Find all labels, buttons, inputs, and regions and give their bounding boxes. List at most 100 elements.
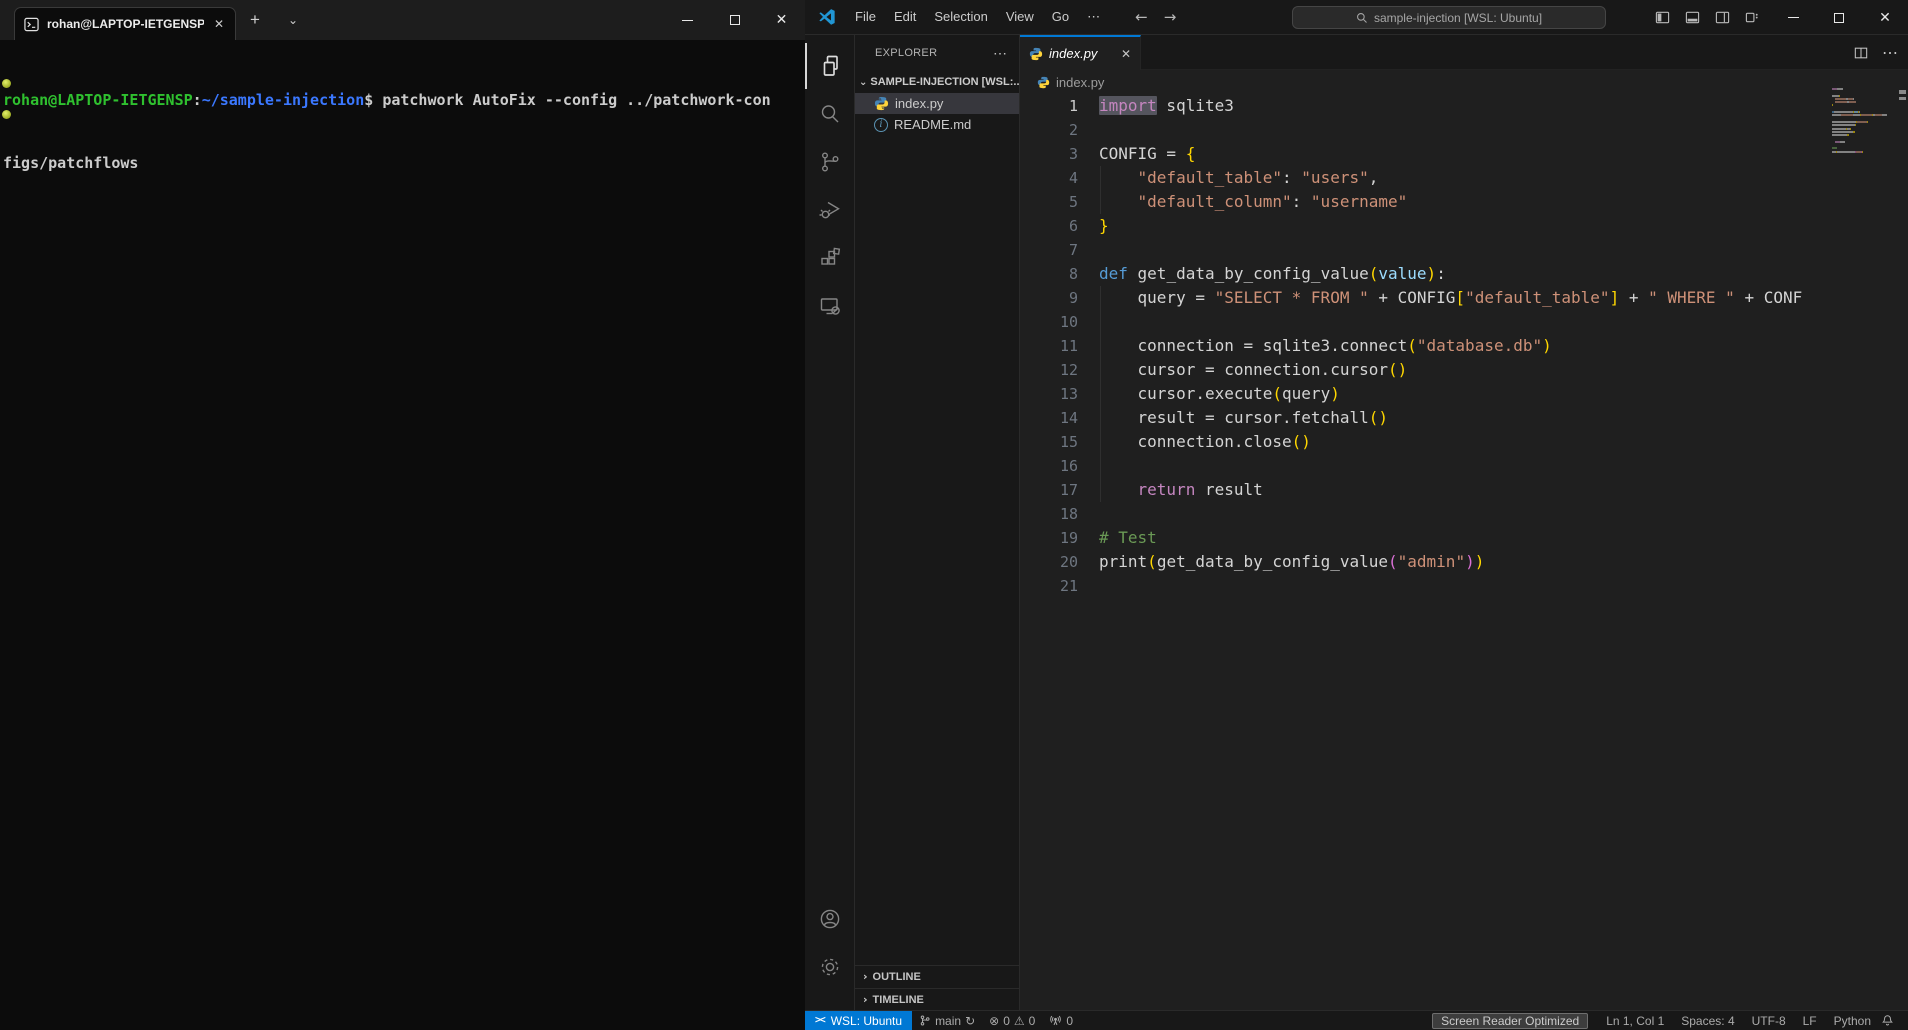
back-arrow-icon[interactable]: ← xyxy=(1135,8,1148,26)
forward-arrow-icon[interactable]: → xyxy=(1164,8,1177,26)
git-branch-item[interactable]: main ↻ xyxy=(912,1011,982,1030)
file-item-readme-md[interactable]: i README.md xyxy=(855,114,1019,135)
code-token: result = cursor.fetchall xyxy=(1099,408,1369,427)
code-line[interactable]: 10 xyxy=(1020,310,1832,334)
extensions-icon[interactable] xyxy=(805,235,854,281)
bell-icon[interactable] xyxy=(1881,1014,1894,1027)
code-line[interactable]: 6} xyxy=(1020,214,1832,238)
code-line[interactable]: 12 cursor = connection.cursor() xyxy=(1020,358,1832,382)
terminal-tab[interactable]: rohan@LAPTOP-IETGENSP: ~/ ✕ xyxy=(14,7,236,40)
code-token: cursor.execute xyxy=(1099,384,1273,403)
code-line[interactable]: 2 xyxy=(1020,118,1832,142)
language-mode[interactable]: Python xyxy=(1827,1011,1878,1030)
tab-index-py[interactable]: index.py ✕ xyxy=(1020,35,1141,70)
terminal-maximize-button[interactable] xyxy=(711,0,758,40)
menu-view[interactable]: View xyxy=(997,6,1043,28)
minimap[interactable] xyxy=(1832,88,1898,157)
code-line[interactable]: 18 xyxy=(1020,502,1832,526)
code-line[interactable]: 8 def get_data_by_config_value(value): xyxy=(1020,262,1832,286)
vscode-minimize-button[interactable] xyxy=(1770,0,1816,35)
cursor-position[interactable]: Ln 1, Col 1 xyxy=(1599,1011,1671,1030)
terminal-new-tab-button[interactable]: + xyxy=(250,11,260,28)
code-token: cursor = connection.cursor xyxy=(1099,360,1388,379)
screen-reader-chip[interactable]: Screen Reader Optimized xyxy=(1432,1012,1589,1029)
run-debug-icon[interactable] xyxy=(805,187,854,233)
outline-panel-header[interactable]: › OUTLINE xyxy=(855,965,1019,987)
code-token: ) xyxy=(1542,336,1552,355)
errors-count: 0 xyxy=(1003,1013,1010,1028)
code-line[interactable]: 20 print(get_data_by_config_value("admin"… xyxy=(1020,550,1832,574)
explorer-actions-icon[interactable]: ⋯ xyxy=(993,45,1007,62)
minimap-line xyxy=(1832,150,1898,153)
indentation[interactable]: Spaces: 4 xyxy=(1674,1011,1741,1030)
terminal-tab-close-icon[interactable]: ✕ xyxy=(212,17,226,31)
terminal-titlebar: rohan@LAPTOP-IETGENSP: ~/ ✕ + ⌄ ✕ xyxy=(0,0,805,40)
menu-go[interactable]: Go xyxy=(1043,6,1078,28)
toggle-secondary-sidebar-icon[interactable] xyxy=(1715,10,1730,25)
code-line[interactable]: 4 "default_table": "users", xyxy=(1020,166,1832,190)
code-line[interactable]: 21 xyxy=(1020,574,1832,598)
breadcrumb[interactable]: index.py xyxy=(1020,70,1908,94)
code-editor[interactable]: 1 import sqlite3 2 3 CONFIG = {4 "default_ta… xyxy=(1020,94,1832,1010)
terminal-tab-title: rohan@LAPTOP-IETGENSP: ~/ xyxy=(47,17,204,31)
minimap-line xyxy=(1832,154,1898,156)
vscode-close-button[interactable]: ✕ xyxy=(1862,0,1908,35)
code-line-text: return result xyxy=(1099,478,1263,502)
code-line[interactable]: 19 # Test xyxy=(1020,526,1832,550)
breadcrumb-file[interactable]: index.py xyxy=(1056,75,1104,90)
branch-name: main xyxy=(935,1013,962,1028)
code-line[interactable]: 11 connection = sqlite3.connect("databas… xyxy=(1020,334,1832,358)
menu-more[interactable]: ⋯ xyxy=(1078,6,1109,28)
remote-explorer-icon[interactable] xyxy=(805,283,854,329)
code-line[interactable]: 16 xyxy=(1020,454,1832,478)
workspace-section-header[interactable]: ⌄ SAMPLE-INJECTION [WSL:... xyxy=(855,71,1019,93)
code-line[interactable]: 15 connection.close() xyxy=(1020,430,1832,454)
prompt-user: rohan@LAPTOP-IETGENSP xyxy=(3,91,193,109)
code-line[interactable]: 17 return result xyxy=(1020,478,1832,502)
code-line-text: result = cursor.fetchall() xyxy=(1099,406,1388,430)
line-number: 1 xyxy=(1068,97,1078,115)
toggle-sidebar-icon[interactable] xyxy=(1655,10,1670,25)
remote-indicator[interactable]: >< WSL: Ubuntu xyxy=(805,1011,913,1030)
search-icon[interactable] xyxy=(805,91,854,137)
code-line[interactable]: 3 CONFIG = { xyxy=(1020,142,1832,166)
terminal-output[interactable]: rohan@LAPTOP-IETGENSP:~/sample-injection… xyxy=(3,48,805,1030)
code-line[interactable]: 9 query = "SELECT * FROM " + CONFIG["def… xyxy=(1020,286,1832,310)
line-number: 6 xyxy=(1068,217,1078,235)
eol[interactable]: LF xyxy=(1796,1011,1824,1030)
command-center-search[interactable]: sample-injection [WSL: Ubuntu] xyxy=(1292,6,1606,29)
code-token: print xyxy=(1099,552,1148,571)
vscode-maximize-button[interactable] xyxy=(1816,0,1862,35)
line-number: 19 xyxy=(1059,529,1078,547)
menu-selection[interactable]: Selection xyxy=(925,6,996,28)
encoding[interactable]: UTF-8 xyxy=(1745,1011,1793,1030)
ports-item[interactable]: 0 xyxy=(1042,1011,1080,1030)
more-actions-icon[interactable]: ⋯ xyxy=(1882,43,1898,63)
customize-layout-icon[interactable] xyxy=(1745,10,1760,25)
menu-edit[interactable]: Edit xyxy=(885,6,925,28)
code-line[interactable]: 7 xyxy=(1020,238,1832,262)
problems-item[interactable]: ⊗ 0 ⚠ 0 xyxy=(982,1011,1042,1030)
source-control-icon[interactable] xyxy=(805,139,854,185)
terminal-prompt-line: rohan@LAPTOP-IETGENSP:~/sample-injection… xyxy=(3,91,771,109)
tab-close-icon[interactable]: ✕ xyxy=(1121,47,1131,61)
terminal-close-button[interactable]: ✕ xyxy=(758,0,805,40)
terminal-minimize-button[interactable] xyxy=(664,0,711,40)
toggle-panel-icon[interactable] xyxy=(1685,10,1700,25)
code-line[interactable]: 13 cursor.execute(query) xyxy=(1020,382,1832,406)
line-number: 18 xyxy=(1059,505,1078,523)
settings-gear-icon[interactable] xyxy=(805,944,854,990)
code-line[interactable]: 1 import sqlite3 xyxy=(1020,94,1832,118)
explorer-icon[interactable] xyxy=(805,43,854,89)
terminal-window-controls: ✕ xyxy=(664,0,805,40)
code-token: " WHERE " xyxy=(1648,288,1735,307)
split-editor-icon[interactable] xyxy=(1854,46,1868,60)
code-line[interactable]: 5 "default_column": "username" xyxy=(1020,190,1832,214)
code-line[interactable]: 14 result = cursor.fetchall() xyxy=(1020,406,1832,430)
accounts-icon[interactable] xyxy=(805,896,854,942)
file-item-index-py[interactable]: index.py xyxy=(855,93,1019,114)
timeline-panel-header[interactable]: › TIMELINE xyxy=(855,988,1019,1010)
terminal-tab-dropdown[interactable]: ⌄ xyxy=(288,13,298,27)
code-token: get_data_by_config_value xyxy=(1127,264,1369,283)
menu-file[interactable]: File xyxy=(846,6,885,28)
